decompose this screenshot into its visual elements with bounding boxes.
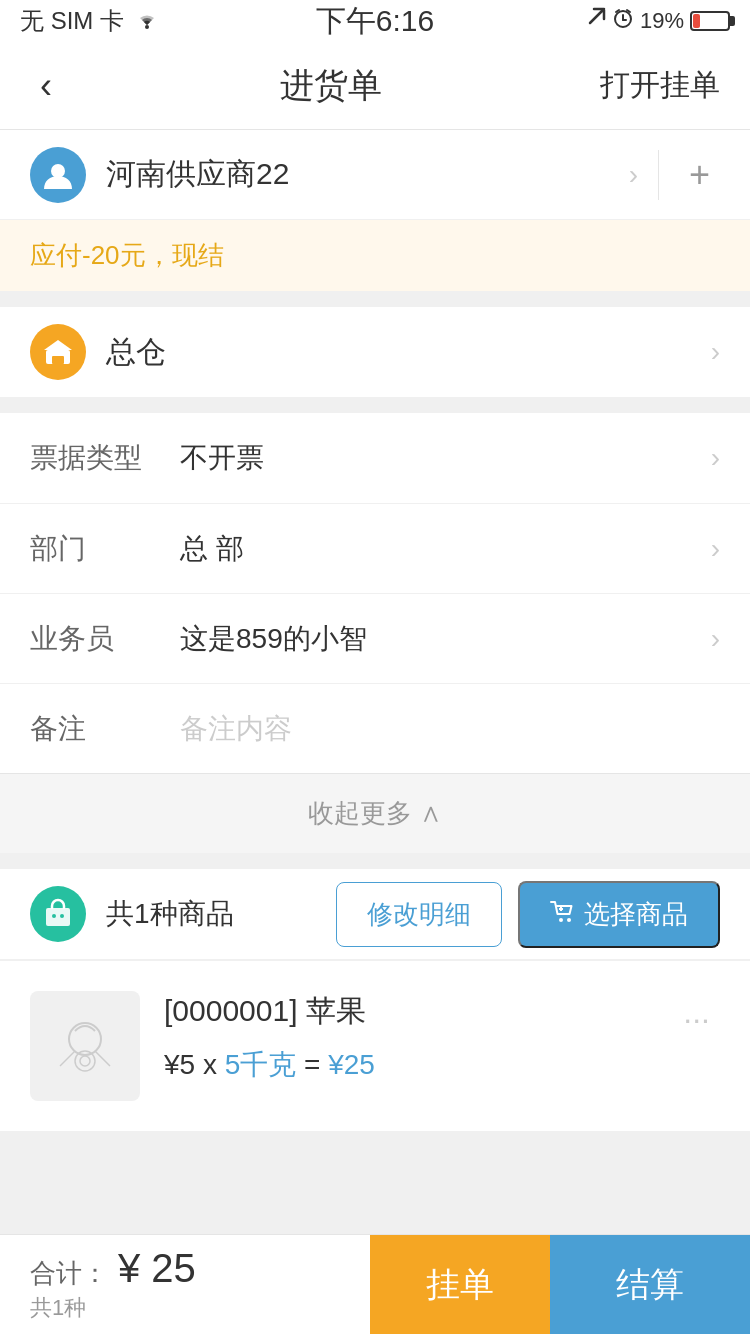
main-content: 河南供应商22 › + 应付-20元，现结 总仓 › 票据类型 不开票 › bbox=[0, 130, 750, 1231]
product-name: [0000001] 苹果 bbox=[164, 991, 673, 1032]
product-more-button[interactable]: ··· bbox=[673, 991, 720, 1048]
battery-text: 19% bbox=[640, 8, 684, 34]
total-sub: 共1种 bbox=[30, 1293, 340, 1323]
form-row-department[interactable]: 部门 总 部 › bbox=[0, 503, 750, 593]
svg-rect-9 bbox=[46, 908, 70, 926]
form-card: 票据类型 不开票 › 部门 总 部 › 业务员 这是859的小智 › 备注 备注… bbox=[0, 413, 750, 853]
supplier-row[interactable]: 河南供应商22 › + bbox=[0, 130, 750, 220]
bottom-spacer bbox=[0, 1131, 750, 1231]
battery-icon bbox=[690, 11, 730, 31]
svg-point-11 bbox=[60, 914, 64, 918]
remark-placeholder: 备注内容 bbox=[170, 710, 720, 748]
open-hold-button[interactable]: 打开挂单 bbox=[600, 65, 720, 106]
salesperson-chevron-icon: › bbox=[711, 623, 720, 655]
status-bar: 无 SIM 卡 下午6:16 19% bbox=[0, 0, 750, 42]
svg-point-6 bbox=[51, 164, 65, 178]
form-row-remark[interactable]: 备注 备注内容 bbox=[0, 683, 750, 773]
hold-button[interactable]: 挂单 bbox=[370, 1235, 550, 1334]
collapse-label: 收起更多 ∧ bbox=[308, 796, 441, 831]
total-section: 合计： ¥ 25 共1种 bbox=[0, 1246, 370, 1323]
svg-line-20 bbox=[95, 1051, 110, 1066]
page-title: 进货单 bbox=[280, 63, 382, 109]
alarm-icon bbox=[612, 7, 634, 35]
cart-icon bbox=[550, 899, 576, 930]
product-code: [0000001] bbox=[164, 994, 297, 1027]
department-value: 总 部 bbox=[170, 530, 701, 568]
checkout-button-label: 结算 bbox=[616, 1262, 684, 1308]
invoice-value: 不开票 bbox=[170, 439, 701, 477]
divider bbox=[658, 150, 659, 200]
svg-point-12 bbox=[559, 918, 563, 922]
total-line: 合计： ¥ 25 bbox=[30, 1246, 340, 1291]
edit-details-button[interactable]: 修改明细 bbox=[336, 882, 502, 947]
wifi-icon bbox=[132, 7, 162, 35]
invoice-label: 票据类型 bbox=[30, 439, 170, 477]
svg-point-18 bbox=[80, 1056, 90, 1066]
price-base: ¥5 x bbox=[164, 1049, 225, 1080]
supplier-name: 河南供应商22 bbox=[106, 154, 619, 195]
supplier-avatar bbox=[30, 147, 86, 203]
form-row-salesperson[interactable]: 业务员 这是859的小智 › bbox=[0, 593, 750, 683]
svg-point-0 bbox=[145, 25, 149, 29]
nav-bar: ‹ 进货单 打开挂单 bbox=[0, 42, 750, 130]
supplier-card: 河南供应商22 › + 应付-20元，现结 bbox=[0, 130, 750, 291]
product-title: 苹果 bbox=[306, 994, 366, 1027]
total-label: 合计： bbox=[30, 1256, 108, 1291]
back-button[interactable]: ‹ bbox=[30, 55, 62, 117]
remark-label: 备注 bbox=[30, 710, 170, 748]
bottom-bar: 合计： ¥ 25 共1种 挂单 结算 bbox=[0, 1234, 750, 1334]
product-info: [0000001] 苹果 ¥5 x 5千克 = ¥25 bbox=[164, 991, 673, 1084]
department-label: 部门 bbox=[30, 530, 170, 568]
svg-line-19 bbox=[60, 1051, 75, 1066]
status-time: 下午6:16 bbox=[316, 1, 434, 42]
products-icon bbox=[30, 886, 86, 942]
warehouse-chevron-icon: › bbox=[711, 336, 720, 368]
invoice-chevron-icon: › bbox=[711, 442, 720, 474]
payment-notice: 应付-20元，现结 bbox=[0, 220, 750, 291]
warehouse-card[interactable]: 总仓 › bbox=[0, 307, 750, 397]
status-left: 无 SIM 卡 bbox=[20, 5, 162, 37]
price-quantity: 5千克 bbox=[225, 1049, 297, 1080]
location-icon bbox=[588, 7, 606, 35]
product-price: ¥5 x 5千克 = ¥25 bbox=[164, 1046, 673, 1084]
price-total: ¥25 bbox=[328, 1049, 375, 1080]
add-supplier-button[interactable]: + bbox=[679, 144, 720, 206]
warehouse-icon bbox=[30, 324, 86, 380]
svg-point-13 bbox=[567, 918, 571, 922]
status-right: 19% bbox=[588, 7, 730, 35]
product-item: [0000001] 苹果 ¥5 x 5千克 = ¥25 ··· bbox=[0, 961, 750, 1131]
products-header: 共1种商品 修改明细 选择商品 bbox=[0, 869, 750, 959]
collapse-bar[interactable]: 收起更多 ∧ bbox=[0, 773, 750, 853]
select-product-button[interactable]: 选择商品 bbox=[518, 881, 720, 948]
products-count: 共1种商品 bbox=[106, 895, 336, 933]
warehouse-name: 总仓 bbox=[106, 332, 701, 373]
hold-button-label: 挂单 bbox=[426, 1262, 494, 1308]
svg-point-10 bbox=[52, 914, 56, 918]
svg-rect-8 bbox=[52, 356, 64, 364]
salesperson-value: 这是859的小智 bbox=[170, 620, 701, 658]
salesperson-label: 业务员 bbox=[30, 620, 170, 658]
price-equals: = bbox=[296, 1049, 328, 1080]
carrier-text: 无 SIM 卡 bbox=[20, 5, 124, 37]
checkout-button[interactable]: 结算 bbox=[550, 1235, 750, 1334]
form-row-invoice[interactable]: 票据类型 不开票 › bbox=[0, 413, 750, 503]
product-thumbnail bbox=[30, 991, 140, 1101]
department-chevron-icon: › bbox=[711, 533, 720, 565]
supplier-chevron-icon: › bbox=[629, 159, 638, 191]
total-amount: ¥ 25 bbox=[118, 1246, 196, 1291]
select-product-label: 选择商品 bbox=[584, 897, 688, 932]
svg-point-16 bbox=[69, 1023, 101, 1055]
warehouse-row[interactable]: 总仓 › bbox=[0, 307, 750, 397]
